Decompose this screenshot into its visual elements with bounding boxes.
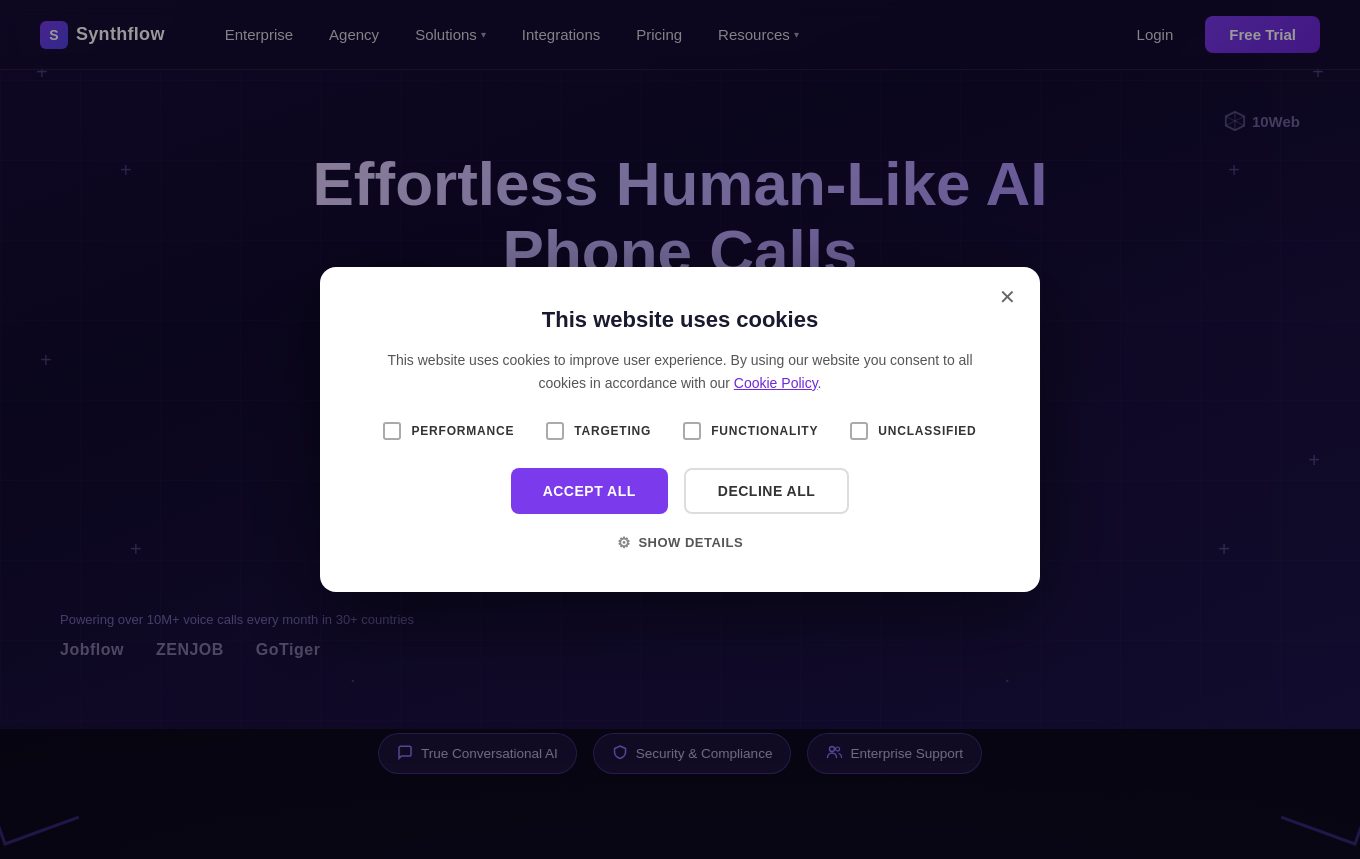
accept-all-button[interactable]: ACCEPT ALL <box>511 468 668 514</box>
cookie-options: PERFORMANCE TARGETING FUNCTIONALITY UNCL… <box>368 422 992 440</box>
cookie-option-functionality: FUNCTIONALITY <box>683 422 818 440</box>
performance-checkbox[interactable] <box>383 422 401 440</box>
cookie-close-button[interactable]: ✕ <box>991 283 1024 311</box>
cookie-buttons: ACCEPT ALL DECLINE ALL <box>368 468 992 514</box>
show-details-button[interactable]: ⚙ SHOW DETAILS <box>368 534 992 552</box>
cookie-option-performance: PERFORMANCE <box>383 422 514 440</box>
gear-icon: ⚙ <box>617 534 631 552</box>
cookie-policy-link[interactable]: Cookie Policy <box>734 375 818 391</box>
cookie-description: This website uses cookies to improve use… <box>368 349 992 394</box>
cookie-title: This website uses cookies <box>368 307 992 333</box>
cookie-overlay: ✕ This website uses cookies This website… <box>0 0 1360 859</box>
decline-all-button[interactable]: DECLINE ALL <box>684 468 850 514</box>
cookie-option-unclassified: UNCLASSIFIED <box>850 422 976 440</box>
targeting-checkbox[interactable] <box>546 422 564 440</box>
cookie-dialog: ✕ This website uses cookies This website… <box>320 267 1040 592</box>
cookie-option-targeting: TARGETING <box>546 422 651 440</box>
unclassified-checkbox[interactable] <box>850 422 868 440</box>
functionality-checkbox[interactable] <box>683 422 701 440</box>
